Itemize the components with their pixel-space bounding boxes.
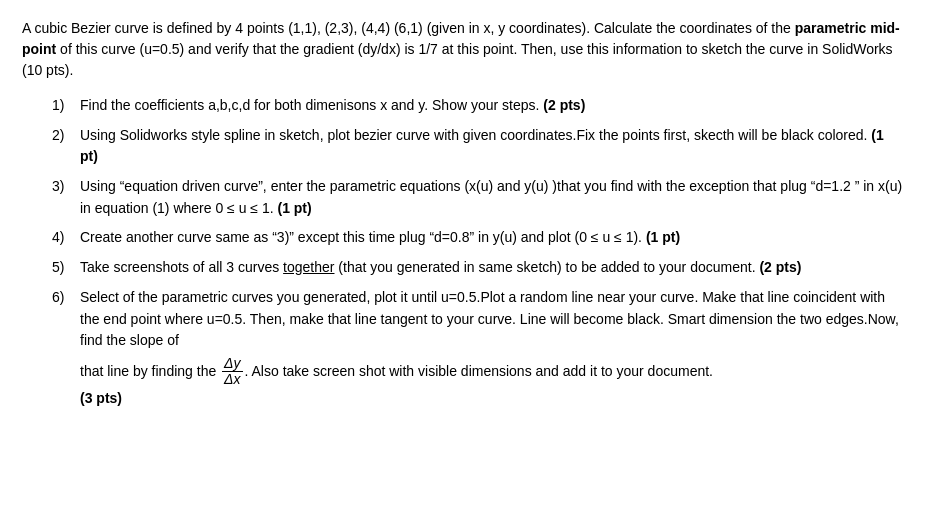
item-6-bold: (3 pts) (80, 390, 122, 406)
item-2-text: Using Solidworks style spline in sketch,… (80, 127, 871, 143)
list-item: 5) Take screenshots of all 3 curves toge… (52, 257, 905, 279)
numbered-list: 1) Find the coefficients a,b,c,d for bot… (52, 95, 905, 409)
fraction: ΔyΔx (222, 356, 242, 388)
item-4-bold: (1 pt) (646, 229, 680, 245)
item-1-num: 1) (52, 95, 80, 117)
list-item: 4) Create another curve same as “3)” exc… (52, 227, 905, 249)
fraction-numerator: Δy (222, 356, 242, 372)
item-4-text: Create another curve same as “3)” except… (80, 229, 646, 245)
intro-text-1: A cubic Bezier curve is defined by 4 poi… (22, 20, 795, 36)
item-5-num: 5) (52, 257, 80, 279)
item-5-text2: (that you generated in same sketch) to b… (334, 259, 759, 275)
list-item: 2) Using Solidworks style spline in sket… (52, 125, 905, 168)
intro-paragraph: A cubic Bezier curve is defined by 4 poi… (22, 18, 905, 81)
item-5-underline: together (283, 259, 334, 275)
item-5-bold: (2 pts) (759, 259, 801, 275)
item-6-num: 6) (52, 287, 80, 410)
item-1-bold: (2 pts) (543, 97, 585, 113)
item-6-text-before: Select of the parametric curves you gene… (80, 289, 899, 348)
item-2-content: Using Solidworks style spline in sketch,… (80, 125, 905, 168)
item-1-text: Find the coefficients a,b,c,d for both d… (80, 97, 543, 113)
item-6-text-after-frac: . Also take screen shot with visible dim… (245, 362, 713, 378)
item-6-text-before-frac: that line by finding the (80, 362, 220, 378)
intro-text-2: of this curve (u=0.5) and verify that th… (22, 41, 893, 78)
item-5-text: Take screenshots of all 3 curves (80, 259, 283, 275)
item-3-content: Using “equation driven curve”, enter the… (80, 176, 905, 219)
list-item: 3) Using “equation driven curve”, enter … (52, 176, 905, 219)
item-6-content: Select of the parametric curves you gene… (80, 287, 905, 410)
item-3-text: Using “equation driven curve”, enter the… (80, 178, 902, 216)
list-item: 1) Find the coefficients a,b,c,d for bot… (52, 95, 905, 117)
item-6-bottom-line: that line by finding the ΔyΔx. Also take… (80, 356, 905, 409)
item-2-num: 2) (52, 125, 80, 168)
item-3-num: 3) (52, 176, 80, 219)
item-5-content: Take screenshots of all 3 curves togethe… (80, 257, 905, 279)
item-4-content: Create another curve same as “3)” except… (80, 227, 905, 249)
item-3-bold: (1 pt) (277, 200, 311, 216)
item-4-num: 4) (52, 227, 80, 249)
fraction-denominator: Δx (222, 372, 242, 387)
item-1-content: Find the coefficients a,b,c,d for both d… (80, 95, 905, 117)
list-item: 6) Select of the parametric curves you g… (52, 287, 905, 410)
